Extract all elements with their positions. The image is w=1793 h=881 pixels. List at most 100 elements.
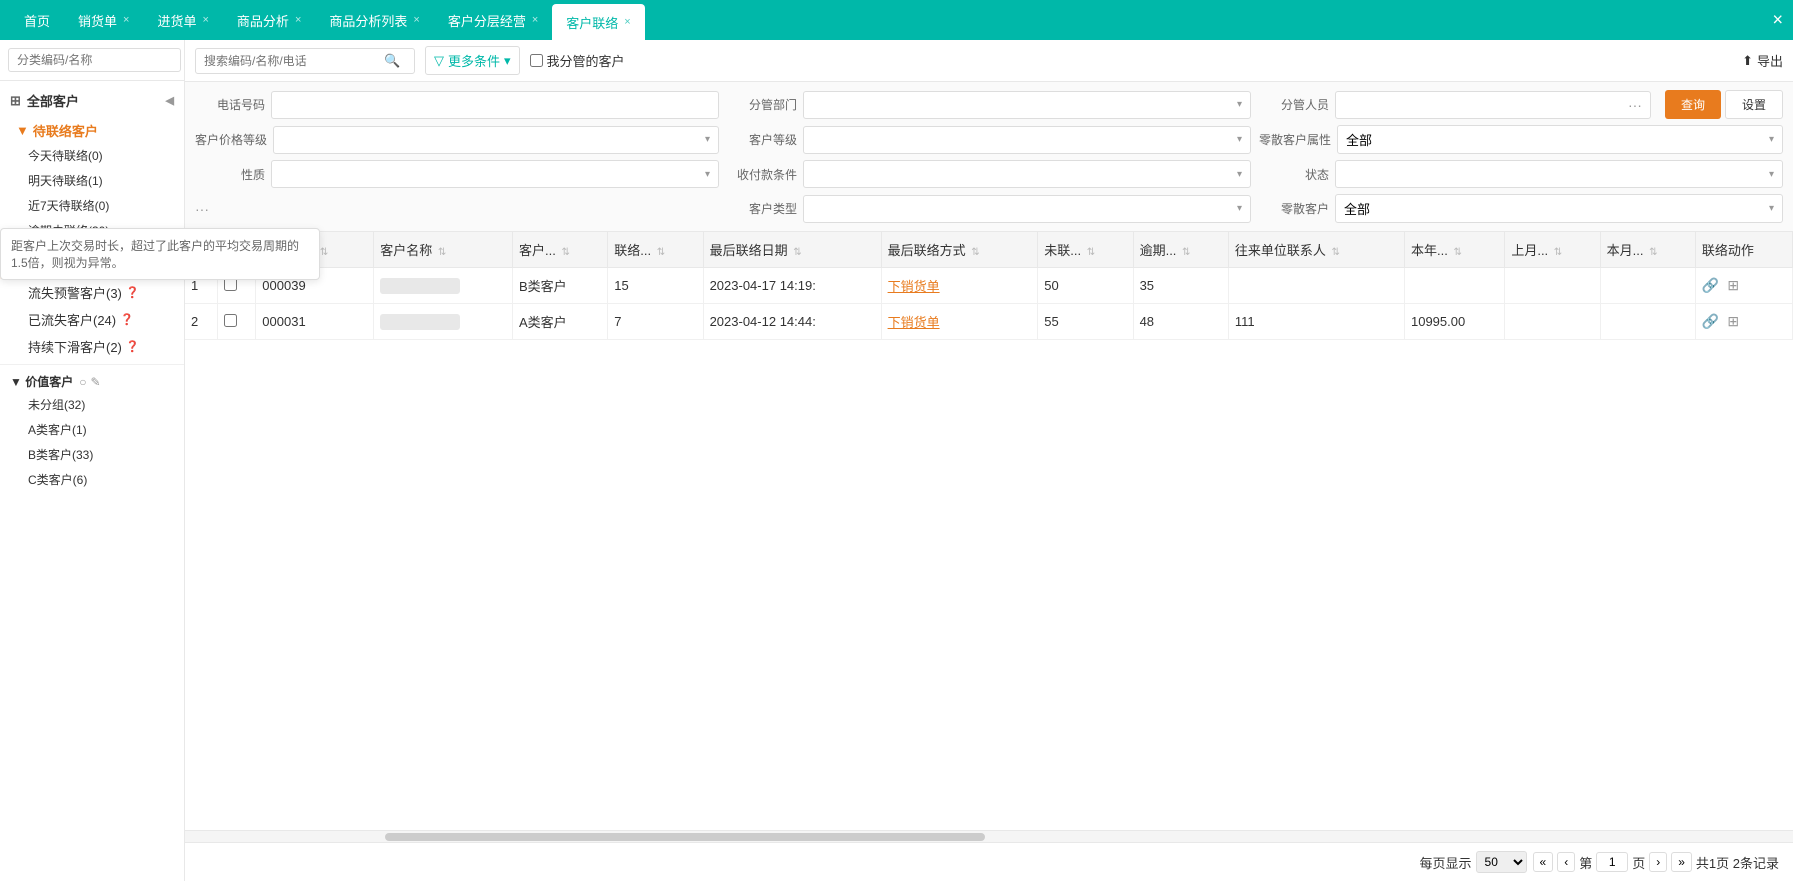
sidebar-item-ungroup[interactable]: 未分组(32) — [0, 392, 184, 417]
price-grade-select[interactable]: ▾ — [273, 126, 719, 154]
link-icon[interactable]: 🔗 — [1702, 277, 1719, 294]
nav-customer-tier-close[interactable]: × — [532, 14, 538, 26]
row-select-checkbox[interactable] — [224, 314, 237, 327]
pencil-icon[interactable]: ✎ — [90, 375, 100, 389]
collapse-icon: ◀ — [166, 94, 174, 107]
page-label: 第 — [1579, 853, 1592, 872]
grid-action-icon[interactable]: ⊞ — [1727, 277, 1739, 294]
col-contact-person-header[interactable]: 往来单位联系人 ⇅ — [1228, 232, 1404, 268]
dept-select[interactable]: ▾ — [803, 91, 1251, 119]
table-row: 2 000031 A类客户 7 2023-04-12 14:44: 下销货单 5… — [185, 304, 1793, 340]
filter-row-3: 性质 ▾ 收付款条件 ▾ 状态 — [195, 160, 1783, 188]
payment-label: 收付款条件 — [727, 166, 797, 183]
row-uncontacted: 55 — [1038, 304, 1133, 340]
row-overdue: 48 — [1133, 304, 1228, 340]
phone-input[interactable] — [271, 91, 719, 119]
row-this-month — [1600, 268, 1695, 304]
query-button[interactable]: 查询 — [1665, 90, 1721, 119]
nav-customer-contact[interactable]: 客户联络 × — [552, 4, 644, 40]
col-contact-count-header[interactable]: 联络... ⇅ — [608, 232, 703, 268]
declining-label: 持续下滑客户(2) — [28, 337, 122, 356]
per-page-select[interactable]: 50 100 200 — [1476, 851, 1527, 873]
payment-select[interactable]: ▾ — [803, 160, 1251, 188]
col-uncontacted-header[interactable]: 未联... ⇅ — [1038, 232, 1133, 268]
row-year-amount: 10995.00 — [1404, 304, 1504, 340]
row-last-method[interactable]: 下销货单 — [881, 304, 1038, 340]
link-icon[interactable]: 🔗 — [1702, 313, 1719, 330]
nav-sales[interactable]: 销货单 × — [64, 0, 143, 40]
col-overdue-header[interactable]: 逾期... ⇅ — [1133, 232, 1228, 268]
nav-sales-label: 销货单 — [78, 11, 117, 30]
sidebar-item-7days[interactable]: 近7天待联络(0) — [0, 193, 184, 218]
export-btn[interactable]: ⬆ 导出 — [1742, 51, 1783, 70]
nav-purchase-close[interactable]: × — [202, 14, 208, 26]
staff-select[interactable]: ··· — [1335, 91, 1651, 119]
nav-sales-close[interactable]: × — [123, 14, 129, 26]
row-actions: 🔗 ⊞ — [1695, 268, 1792, 304]
next-page-btn[interactable]: › — [1649, 852, 1667, 872]
per-page-area: 每页显示 50 100 200 — [1420, 851, 1527, 873]
nav-product-list[interactable]: 商品分析列表 × — [315, 0, 433, 40]
nav-home-label: 首页 — [24, 11, 50, 30]
sidebar-item-c-class[interactable]: C类客户(6) — [0, 467, 184, 492]
retail-customer-select[interactable]: 全部 ▾ — [1335, 194, 1783, 223]
customer-type-select[interactable]: ▾ — [803, 195, 1251, 223]
nav-customer-tier[interactable]: 客户分层经营 × — [434, 0, 552, 40]
row-last-method[interactable]: 下销货单 — [881, 268, 1038, 304]
edit-icon[interactable]: ○ — [79, 375, 86, 389]
filter-status: 状态 ▾ — [1259, 160, 1783, 188]
retail-attr-select[interactable]: 全部 ▾ — [1337, 125, 1783, 154]
nav-customer-contact-close[interactable]: × — [624, 16, 630, 28]
status-label: 状态 — [1259, 166, 1329, 183]
setting-button[interactable]: 设置 — [1725, 90, 1783, 119]
sidebar-section-pending[interactable]: ▼ 待联络客户 — [0, 116, 184, 143]
sidebar-item-declining[interactable]: 持续下滑客户(2) ❓ — [0, 333, 184, 360]
more-filters-btn[interactable]: ▽ 更多条件 ▾ — [425, 46, 520, 75]
filter-retail-customer: 零散客户 全部 ▾ — [1259, 194, 1783, 223]
gender-select[interactable]: ▾ — [271, 160, 719, 188]
my-customers-label[interactable]: 我分管的客户 — [530, 51, 625, 70]
sidebar-search-input[interactable] — [8, 48, 181, 72]
sidebar-item-today[interactable]: 今天待联络(0) — [0, 143, 184, 168]
first-page-btn[interactable]: « — [1533, 852, 1554, 872]
main-search-input[interactable] — [204, 54, 384, 68]
row-checkbox[interactable] — [217, 304, 256, 340]
row-name — [374, 304, 513, 340]
prev-page-btn[interactable]: ‹ — [1557, 852, 1575, 872]
sidebar-item-a-class[interactable]: A类客户(1) — [0, 417, 184, 442]
col-year-amount-header[interactable]: 本年... ⇅ — [1404, 232, 1504, 268]
page-input[interactable] — [1596, 852, 1628, 872]
sidebar-all-customers[interactable]: ⊞ 全部客户 ◀ — [0, 85, 184, 116]
nav-product-analysis-close[interactable]: × — [295, 14, 301, 26]
col-this-month-header[interactable]: 本月... ⇅ — [1600, 232, 1695, 268]
row-overdue: 35 — [1133, 268, 1228, 304]
col-last-method-header[interactable]: 最后联络方式 ⇅ — [881, 232, 1038, 268]
col-type-header[interactable]: 客户... ⇅ — [513, 232, 608, 268]
nav-home[interactable]: 首页 — [10, 0, 64, 40]
phone-label: 电话号码 — [195, 96, 265, 113]
nav-product-list-close[interactable]: × — [413, 14, 419, 26]
my-customers-checkbox[interactable] — [530, 54, 543, 67]
customer-grade-label: 客户等级 — [727, 131, 797, 148]
col-last-month-header[interactable]: 上月... ⇅ — [1505, 232, 1600, 268]
more-dots-icon[interactable]: ··· — [195, 201, 209, 217]
nav-purchase[interactable]: 进货单 × — [143, 0, 222, 40]
scroll-thumb[interactable] — [385, 833, 985, 841]
sidebar-item-tomorrow[interactable]: 明天待联络(1) — [0, 168, 184, 193]
col-name-header[interactable]: 客户名称 ⇅ — [374, 232, 513, 268]
customer-grade-select[interactable]: ▾ — [803, 126, 1251, 154]
sidebar-item-churned[interactable]: 已流失客户(24) ❓ — [0, 306, 184, 333]
col-last-date-header[interactable]: 最后联络日期 ⇅ — [703, 232, 881, 268]
sidebar-item-b-class[interactable]: B类客户(33) — [0, 442, 184, 467]
main-search-icon[interactable]: 🔍 — [384, 53, 400, 69]
sidebar-item-churn-warning[interactable]: 流失预警客户(3) ❓ — [0, 279, 184, 306]
nav-product-analysis[interactable]: 商品分析 × — [223, 0, 315, 40]
row-uncontacted: 50 — [1038, 268, 1133, 304]
retail-attr-label: 零散客户属性 — [1259, 131, 1331, 148]
status-select[interactable]: ▾ — [1335, 160, 1783, 188]
horizontal-scrollbar[interactable] — [185, 830, 1793, 842]
filter-phone: 电话号码 — [195, 90, 719, 119]
close-window-icon[interactable]: × — [1772, 10, 1783, 31]
last-page-btn[interactable]: » — [1671, 852, 1692, 872]
grid-action-icon[interactable]: ⊞ — [1727, 313, 1739, 330]
